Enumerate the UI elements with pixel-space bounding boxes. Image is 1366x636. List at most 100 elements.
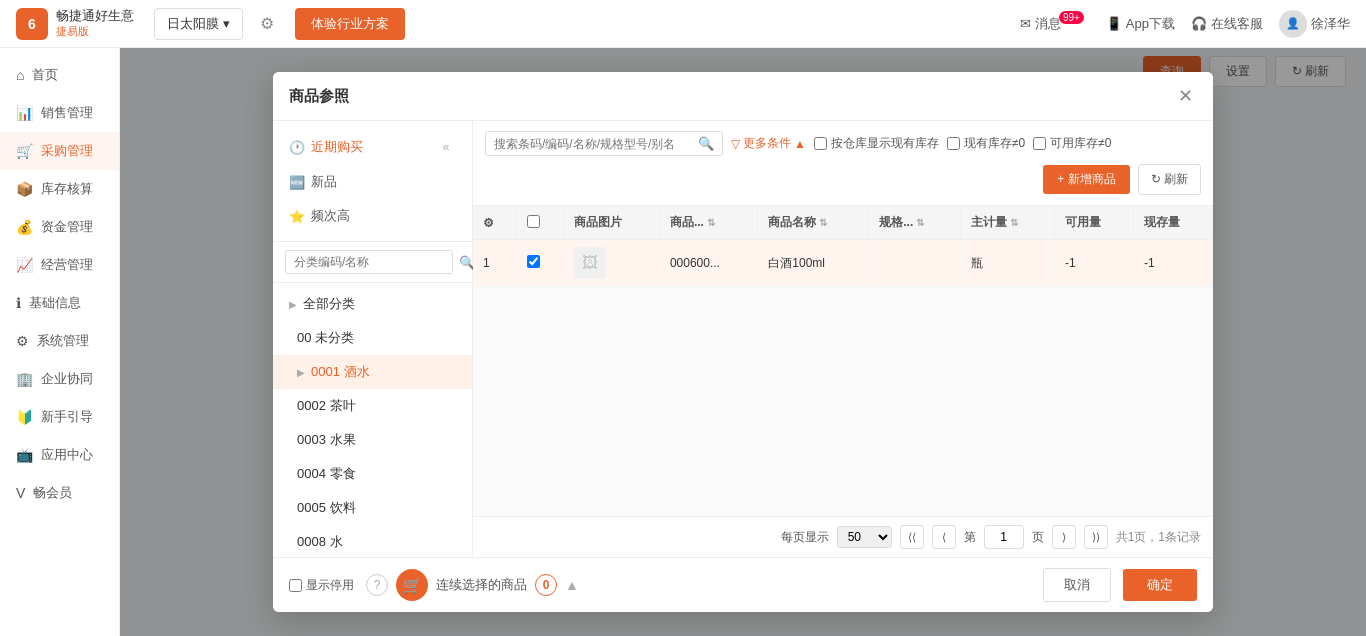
th-spec-label: 规格...: [879, 214, 913, 231]
user-area[interactable]: 👤 徐泽华: [1279, 10, 1350, 38]
modal-close-btn[interactable]: ✕: [1173, 84, 1197, 108]
cart-icon[interactable]: 🛒: [396, 569, 428, 601]
more-filter-btn[interactable]: ▽ 更多条件 ▲: [731, 135, 806, 152]
category-liquor[interactable]: ▶ 0001 酒水: [273, 355, 472, 389]
checkbox-available-stock[interactable]: 可用库存≠0: [1033, 135, 1111, 152]
inventory-icon: 📦: [16, 181, 33, 197]
th-checkbox: [517, 206, 564, 240]
category-search-input[interactable]: [285, 250, 453, 274]
tab-recent-purchase[interactable]: 🕐 近期购买 «: [273, 129, 472, 165]
category-snack[interactable]: 0004 零食: [273, 457, 472, 491]
next-page-btn[interactable]: ⟩: [1052, 525, 1076, 549]
sidebar-item-enterprise[interactable]: 🏢 企业协同: [0, 360, 119, 398]
category-all[interactable]: ▶ 全部分类: [273, 287, 472, 321]
sidebar-item-operations[interactable]: 📈 经营管理: [0, 246, 119, 284]
exp-btn[interactable]: 体验行业方案: [295, 8, 405, 40]
disabled-checkbox-input[interactable]: [289, 579, 302, 592]
available-stock-checkbox[interactable]: [1033, 137, 1046, 150]
nav-branch-dropdown[interactable]: 日太阳膜 ▾: [154, 8, 243, 40]
sidebar-label-sales: 销售管理: [41, 104, 93, 122]
app-center-icon: 📺: [16, 447, 33, 463]
th-unit[interactable]: 主计量 ⇅: [960, 206, 1054, 240]
th-spec[interactable]: 规格... ⇅: [869, 206, 960, 240]
current-stock-checkbox[interactable]: [947, 137, 960, 150]
app-download-btn[interactable]: 📱 App下载: [1106, 15, 1175, 33]
page-number-input[interactable]: [984, 525, 1024, 549]
tab-new-product[interactable]: 🆕 新品: [273, 165, 472, 199]
sort-icon-unit: ⇅: [1010, 217, 1018, 228]
sort-icon-spec: ⇅: [916, 217, 924, 228]
sidebar-item-member[interactable]: V 畅会员: [0, 474, 119, 512]
chevron-down-icon: ▾: [223, 16, 230, 31]
category-fruit[interactable]: 0003 水果: [273, 423, 472, 457]
last-page-btn[interactable]: ⟩⟩: [1084, 525, 1108, 549]
category-tea[interactable]: 0002 茶叶: [273, 389, 472, 423]
refresh-btn[interactable]: ↻ 刷新: [1138, 164, 1201, 195]
warehouse-stock-checkbox[interactable]: [814, 137, 827, 150]
search-icon[interactable]: 🔍: [698, 136, 714, 151]
sidebar-item-finance[interactable]: 💰 资金管理: [0, 208, 119, 246]
th-image: 商品图片: [564, 206, 660, 240]
modal-title: 商品参照: [289, 87, 349, 106]
message-icon: ✉: [1020, 16, 1031, 31]
logo-sub: 捷易版: [56, 24, 134, 39]
sidebar-item-system[interactable]: ⚙ 系统管理: [0, 322, 119, 360]
show-disabled-checkbox[interactable]: 显示停用: [289, 577, 354, 594]
modal-left-panel: 🕐 近期购买 « 🆕 新品 ⭐ 频次高: [273, 121, 473, 557]
table-row[interactable]: 1 🖼 000600... 白酒100ml: [473, 240, 1213, 287]
row-image-cell: 🖼: [564, 240, 660, 287]
sidebar-item-inventory[interactable]: 📦 库存核算: [0, 170, 119, 208]
collapse-icon[interactable]: «: [436, 137, 456, 157]
sidebar-label-system: 系统管理: [37, 332, 89, 350]
page-size-label: 每页显示: [781, 529, 829, 546]
online-service-btn[interactable]: 🎧 在线客服: [1191, 15, 1263, 33]
th-code[interactable]: 商品... ⇅: [659, 206, 757, 240]
add-product-btn[interactable]: + 新增商品: [1043, 165, 1129, 194]
system-icon: ⚙: [16, 333, 29, 349]
total-info: 共1页，1条记录: [1116, 529, 1201, 546]
sidebar-label-basic-info: 基础信息: [29, 294, 81, 312]
modal-footer: 显示停用 ? 🛒 连续选择的商品 0 ▲ 取消 确定: [273, 557, 1213, 612]
collapse-cart-icon[interactable]: ▲: [565, 577, 579, 593]
sidebar-item-sales[interactable]: 📊 销售管理: [0, 94, 119, 132]
category-beverage[interactable]: 0005 饮料: [273, 491, 472, 525]
sidebar-item-home[interactable]: ⌂ 首页: [0, 56, 119, 94]
first-page-btn[interactable]: ⟨⟨: [900, 525, 924, 549]
message-btn[interactable]: ✉ 消息 99+: [1020, 15, 1090, 33]
checkbox-current-stock[interactable]: 现有库存≠0: [947, 135, 1025, 152]
cancel-btn[interactable]: 取消: [1043, 568, 1111, 602]
product-table: ⚙ 商品图片 商品...: [473, 206, 1213, 287]
settings-icon[interactable]: ⚙: [251, 8, 283, 40]
branch-label: 日太阳膜: [167, 15, 219, 33]
cart-count: 0: [535, 574, 557, 596]
finance-icon: 💰: [16, 219, 33, 235]
guide-icon: 🔰: [16, 409, 33, 425]
category-uncategorized[interactable]: 00 未分类: [273, 321, 472, 355]
purchase-icon: 🛒: [16, 143, 33, 159]
sidebar-label-enterprise: 企业协同: [41, 370, 93, 388]
prev-page-btn[interactable]: ⟨: [932, 525, 956, 549]
sidebar-item-app-center[interactable]: 📺 应用中心: [0, 436, 119, 474]
page-size-select[interactable]: 50 20 100: [837, 526, 892, 548]
tab-high-frequency[interactable]: ⭐ 频次高: [273, 199, 472, 233]
row-checkbox[interactable]: [527, 255, 540, 268]
sidebar-item-purchase[interactable]: 🛒 采购管理: [0, 132, 119, 170]
logo-text: 畅捷通好生意: [56, 8, 134, 24]
show-disabled-label: 显示停用: [306, 577, 354, 594]
sort-icon-code: ⇅: [707, 217, 715, 228]
help-icon[interactable]: ?: [366, 574, 388, 596]
select-all-checkbox[interactable]: [527, 215, 540, 228]
category-water[interactable]: 0008 水: [273, 525, 472, 557]
product-reference-modal: 商品参照 ✕ 🕐 近期购买 « �: [273, 72, 1213, 612]
cart-label: 连续选择的商品: [436, 576, 527, 594]
table-settings-icon[interactable]: ⚙: [483, 216, 494, 230]
confirm-btn[interactable]: 确定: [1123, 569, 1197, 601]
sales-icon: 📊: [16, 105, 33, 121]
product-thumbnail: 🖼: [574, 247, 606, 279]
checkbox-warehouse-stock[interactable]: 按仓库显示现有库存: [814, 135, 939, 152]
sidebar-label-member: 畅会员: [33, 484, 72, 502]
th-name[interactable]: 商品名称 ⇅: [758, 206, 869, 240]
sidebar-item-basic-info[interactable]: ℹ 基础信息: [0, 284, 119, 322]
sidebar-item-guide[interactable]: 🔰 新手引导: [0, 398, 119, 436]
product-search-input[interactable]: [494, 137, 694, 151]
